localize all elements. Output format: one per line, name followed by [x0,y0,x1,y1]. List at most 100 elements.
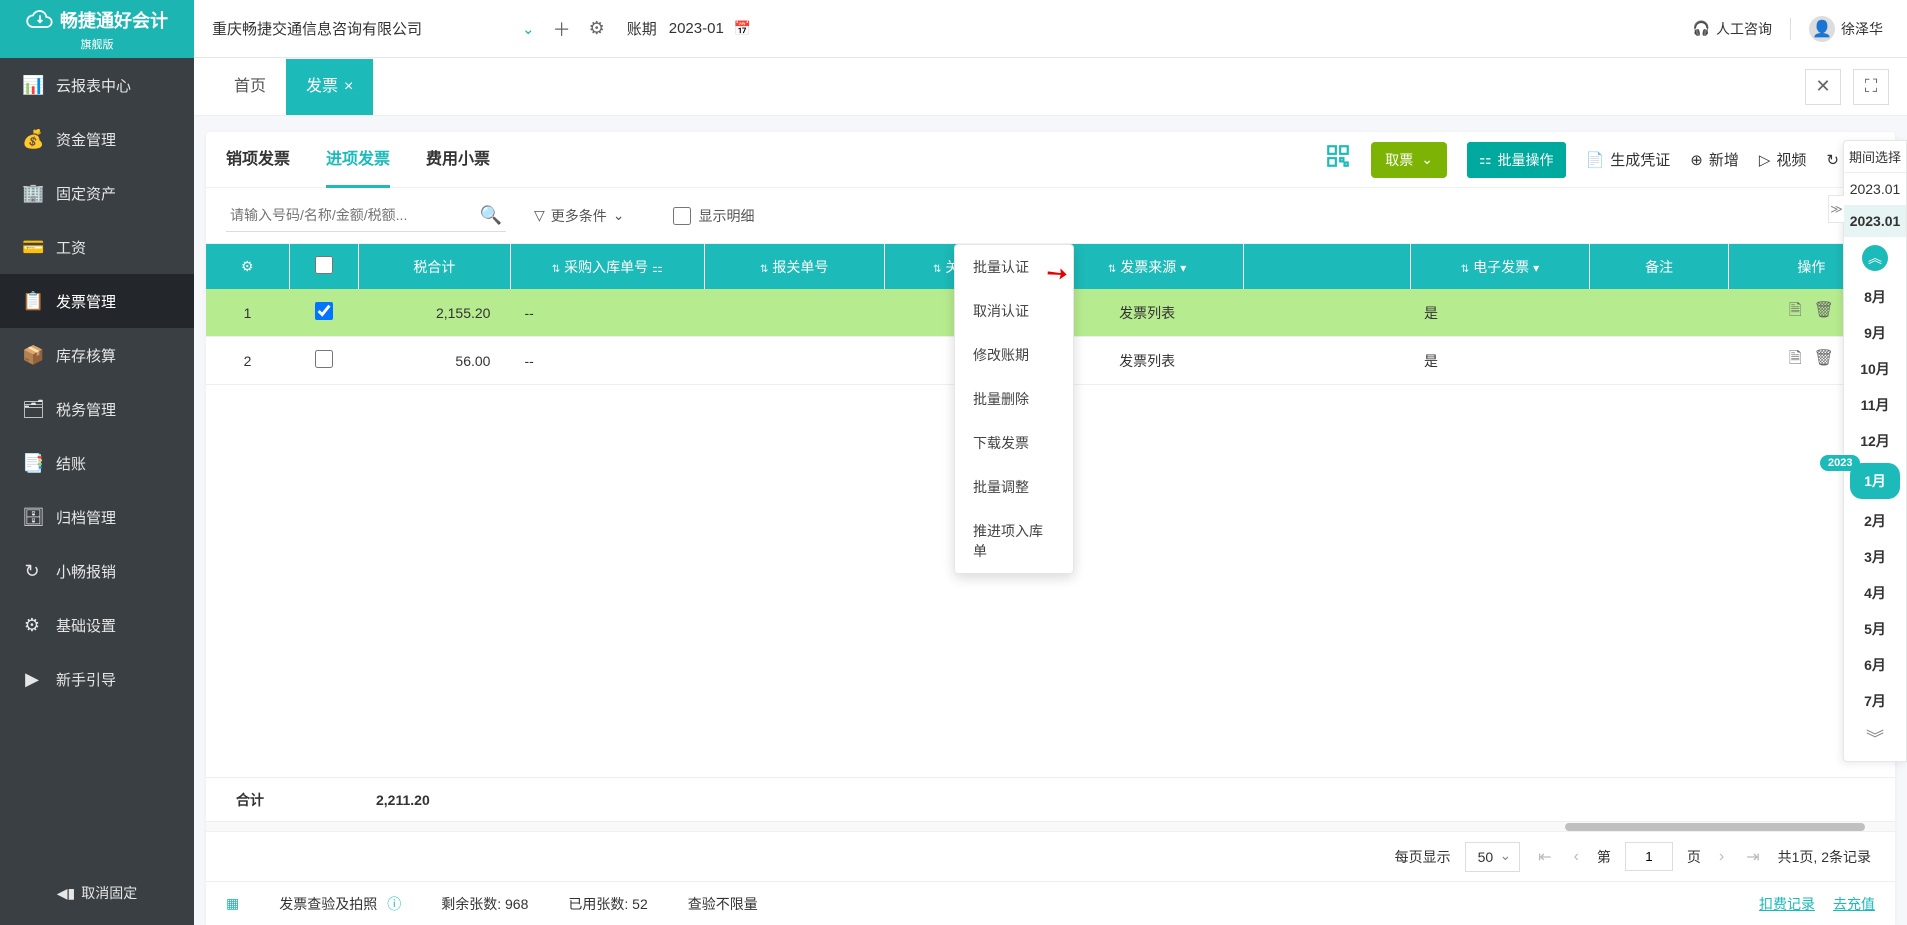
page-prefix: 第 [1597,847,1611,867]
customs-cell [704,337,884,385]
more-filters[interactable]: ▽ 更多条件 ⌄ [534,206,625,226]
month-option[interactable]: 10月 [1844,351,1906,387]
gen-voucher-button[interactable]: 📄 生成凭证 [1586,149,1671,170]
sidebar-item[interactable]: 📦库存核算 [0,328,194,382]
sidebar-icon: 📑 [22,453,42,474]
sidebar-item[interactable]: 💰资金管理 [0,112,194,166]
sidebar-item[interactable]: 🗂税务管理 [0,382,194,436]
company-selector[interactable]: 重庆畅捷交通信息咨询有限公司 ⌄ [212,18,535,39]
month-option[interactable]: 12月 [1844,423,1906,459]
sidebar-item[interactable]: 📑结账 [0,436,194,490]
page-tab[interactable]: 发票× [286,59,373,115]
view-icon[interactable]: 🗎 [1789,302,1802,319]
month-option[interactable]: 6月 [1844,647,1906,683]
cloud-icon [26,6,54,34]
fetch-invoice-button[interactable]: 取票 ⌄ [1371,142,1447,178]
dropdown-item[interactable]: 批量认证 [955,245,1073,289]
scroll-down-button[interactable]: ︾ [1862,725,1888,751]
status-icon: ▦ [226,895,239,912]
fee-log-link[interactable]: 扣费记录 [1759,894,1815,914]
prev-page-button[interactable]: ‹ [1570,844,1583,870]
th-einvoice[interactable]: ⇅电子发票▾ [1410,244,1590,289]
delete-icon[interactable]: 🗑 [1814,302,1834,319]
scroll-up-button[interactable]: ︽ [1862,245,1888,271]
last-page-button[interactable]: ⇥ [1742,843,1763,871]
recharge-link[interactable]: 去充值 [1833,894,1875,914]
user-menu[interactable]: 👤 徐泽华 [1809,16,1883,42]
th-po-number[interactable]: ⇅采购入库单号⚏ [510,244,704,289]
month-option[interactable]: 4月 [1844,575,1906,611]
delete-icon[interactable]: 🗑 [1814,350,1834,367]
gear-icon[interactable]: ⚙ [589,18,605,39]
subtab[interactable]: 销项发票 [226,132,290,188]
subtab[interactable]: 费用小票 [426,132,490,188]
unpin-button[interactable]: ◀▮取消固定 [0,871,194,915]
month-option[interactable]: 5月 [1844,611,1906,647]
sidebar-icon: 📦 [22,345,42,366]
sidebar-item[interactable]: ⚙基础设置 [0,598,194,652]
scrollbar-thumb[interactable] [1565,823,1865,831]
show-detail-toggle[interactable]: 显示明细 [673,206,755,226]
sidebar-item[interactable]: 📊云报表中心 [0,58,194,112]
dropdown-item[interactable]: 修改账期 [955,333,1073,377]
dropdown-item[interactable]: 批量调整 [955,465,1073,509]
close-icon[interactable]: × [344,78,353,95]
month-option[interactable]: 7月 [1844,683,1906,719]
year-option[interactable]: 2023.01 [1844,173,1906,205]
month-option-active[interactable]: 2023 1月 [1850,463,1900,499]
dropdown-item[interactable]: 批量删除 [955,377,1073,421]
calendar-icon[interactable]: 📅 [734,20,751,37]
sidebar-item[interactable]: 💳工资 [0,220,194,274]
consult-link[interactable]: 🎧 人工咨询 [1693,19,1772,39]
sidebar-item[interactable]: ↻小畅报销 [0,544,194,598]
edition-label: 旗舰版 [81,36,114,52]
dropdown-item[interactable]: 下载发票 [955,421,1073,465]
dropdown-item[interactable]: 取消认证 [955,289,1073,333]
pagination: 每页显示 50 ⇤ ‹ 第 页 › ⇥ 共1页, 2条记录 [206,831,1895,881]
next-page-button[interactable]: › [1715,844,1728,870]
year-option[interactable]: 2023.01 [1844,205,1906,237]
sidebar-item[interactable]: 🏢固定资产 [0,166,194,220]
panel-collapse-handle[interactable]: ≫ [1828,195,1844,223]
sidebar-item[interactable]: 📋发票管理 [0,274,194,328]
row-checkbox[interactable] [315,302,333,320]
batch-operation-button[interactable]: ⚏ 批量操作 [1467,142,1566,178]
first-page-button[interactable]: ⇤ [1534,843,1555,871]
fullscreen-button[interactable]: ⛶ [1853,69,1889,105]
month-option[interactable]: 2月 [1844,503,1906,539]
view-icon[interactable]: 🗎 [1789,350,1802,367]
th-remark[interactable]: 备注 [1590,244,1728,289]
th-source[interactable]: ⇅发票来源▾ [1050,244,1244,289]
month-option[interactable]: 11月 [1844,387,1906,423]
month-option[interactable]: 8月 [1844,279,1906,315]
sliders-icon: ⚏ [1479,151,1492,168]
row-checkbox[interactable] [315,350,333,368]
sidebar-item-label: 工资 [56,237,86,258]
qrcode-icon[interactable] [1325,143,1351,176]
info-icon[interactable]: ⓘ [387,894,401,914]
video-button[interactable]: ▷ 视频 [1759,149,1807,170]
th-tax-total[interactable]: 税合计 [358,244,510,289]
dropdown-item[interactable]: 推进项入库单 [955,509,1073,573]
th-customs[interactable]: ⇅报关单号 [704,244,884,289]
select-all-checkbox[interactable] [315,256,333,274]
month-option[interactable]: 9月 [1844,315,1906,351]
subtab[interactable]: 进项发票 [326,132,390,188]
close-tab-button[interactable]: ✕ [1805,69,1841,105]
th-settings[interactable]: ⚙ [206,244,289,289]
sidebar-item[interactable]: 🗄归档管理 [0,490,194,544]
page-input[interactable] [1625,842,1673,871]
search-input[interactable] [226,199,506,232]
month-option[interactable]: 3月 [1844,539,1906,575]
page-tab[interactable]: 首页 [214,59,286,115]
fetch-label: 取票 [1385,150,1413,170]
sidebar-item[interactable]: ▶新手引导 [0,652,194,706]
search-icon[interactable]: 🔍 [480,205,502,226]
add-button[interactable]: ⊕ 新增 [1690,149,1739,170]
plus-icon[interactable]: ＋ [553,16,571,42]
play-icon: ▷ [1759,151,1771,169]
tax-cell: 56.00 [358,337,510,385]
per-page-select[interactable]: 50 [1465,842,1521,872]
show-detail-checkbox[interactable] [673,207,691,225]
horizontal-scrollbar[interactable] [206,821,1895,831]
